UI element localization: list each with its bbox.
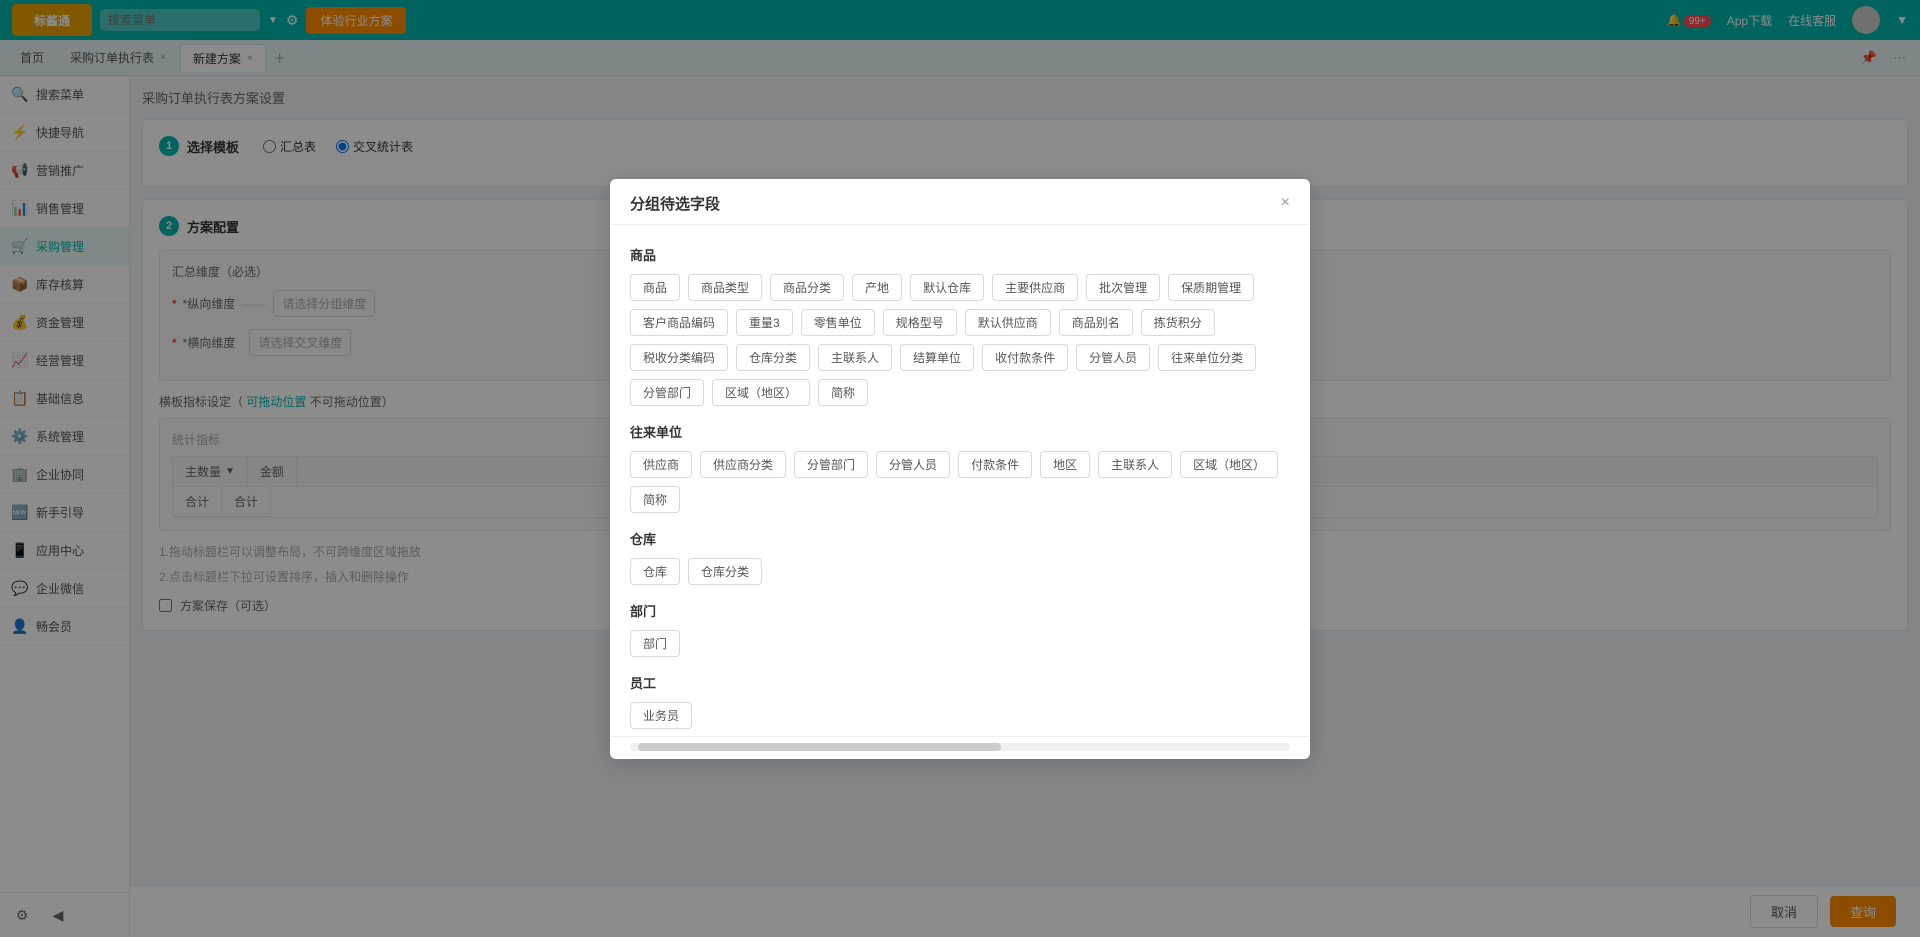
- section-goods-title: 商品: [630, 245, 1290, 264]
- horizontal-scrollbar-thumb[interactable]: [638, 743, 1001, 751]
- field-tag[interactable]: 税收分类编码: [630, 344, 728, 371]
- field-tag[interactable]: 仓库分类: [688, 558, 762, 585]
- modal-body: 商品 商品 商品类型 商品分类 产地 默认仓库 主要供应商 批次管理 保质期管理…: [610, 225, 1310, 736]
- field-tag[interactable]: 往来单位分类: [1158, 344, 1256, 371]
- field-tag[interactable]: 主联系人: [818, 344, 892, 371]
- field-tag[interactable]: 结算单位: [900, 344, 974, 371]
- section-partners-fields: 供应商 供应商分类 分管部门 分管人员 付款条件 地区 主联系人 区域（地区） …: [630, 451, 1290, 513]
- field-tag[interactable]: 部门: [630, 630, 680, 657]
- modal-scrollbar-area: [610, 736, 1310, 759]
- field-tag[interactable]: 拣货积分: [1141, 309, 1215, 336]
- field-tag[interactable]: 默认仓库: [910, 274, 984, 301]
- field-tag[interactable]: 收付款条件: [982, 344, 1068, 371]
- field-tag[interactable]: 客户商品编码: [630, 309, 728, 336]
- field-tag[interactable]: 重量3: [736, 309, 793, 336]
- section-employee-fields: 业务员: [630, 702, 1290, 729]
- field-tag[interactable]: 分管部门: [794, 451, 868, 478]
- field-tag[interactable]: 仓库: [630, 558, 680, 585]
- field-tag[interactable]: 区域（地区）: [1180, 451, 1278, 478]
- field-tag[interactable]: 保质期管理: [1168, 274, 1254, 301]
- field-tag[interactable]: 区域（地区）: [712, 379, 810, 406]
- field-tag[interactable]: 地区: [1040, 451, 1090, 478]
- field-tag[interactable]: 分管人员: [876, 451, 950, 478]
- field-tag[interactable]: 主要供应商: [992, 274, 1078, 301]
- field-tag[interactable]: 简称: [818, 379, 868, 406]
- modal-header: 分组待选字段 ×: [610, 179, 1310, 225]
- modal-close-button[interactable]: ×: [1281, 194, 1290, 212]
- modal-overlay[interactable]: 分组待选字段 × 商品 商品 商品类型 商品分类 产地 默认仓库 主要供应商 批…: [0, 0, 1920, 937]
- field-tag[interactable]: 产地: [852, 274, 902, 301]
- field-tag[interactable]: 供应商: [630, 451, 692, 478]
- section-partners-title: 往来单位: [630, 422, 1290, 441]
- field-tag[interactable]: 供应商分类: [700, 451, 786, 478]
- field-tag[interactable]: 商品类型: [688, 274, 762, 301]
- field-tag[interactable]: 仓库分类: [736, 344, 810, 371]
- field-tag[interactable]: 分管部门: [630, 379, 704, 406]
- field-tag[interactable]: 业务员: [630, 702, 692, 729]
- field-tag[interactable]: 付款条件: [958, 451, 1032, 478]
- section-department-fields: 部门: [630, 630, 1290, 657]
- field-tag[interactable]: 批次管理: [1086, 274, 1160, 301]
- section-employee-title: 员工: [630, 673, 1290, 692]
- horizontal-scrollbar-track[interactable]: [630, 743, 1290, 751]
- section-goods-fields: 商品 商品类型 商品分类 产地 默认仓库 主要供应商 批次管理 保质期管理 客户…: [630, 274, 1290, 406]
- field-tag[interactable]: 零售单位: [801, 309, 875, 336]
- field-tag[interactable]: 商品分类: [770, 274, 844, 301]
- field-tag[interactable]: 商品别名: [1059, 309, 1133, 336]
- section-department-title: 部门: [630, 601, 1290, 620]
- section-warehouse-title: 仓库: [630, 529, 1290, 548]
- modal-title: 分组待选字段: [630, 193, 720, 214]
- field-selection-modal: 分组待选字段 × 商品 商品 商品类型 商品分类 产地 默认仓库 主要供应商 批…: [610, 179, 1310, 759]
- field-tag[interactable]: 分管人员: [1076, 344, 1150, 371]
- field-tag[interactable]: 默认供应商: [965, 309, 1051, 336]
- field-tag[interactable]: 商品: [630, 274, 680, 301]
- field-tag[interactable]: 简称: [630, 486, 680, 513]
- field-tag[interactable]: 主联系人: [1098, 451, 1172, 478]
- section-warehouse-fields: 仓库 仓库分类: [630, 558, 1290, 585]
- field-tag[interactable]: 规格型号: [883, 309, 957, 336]
